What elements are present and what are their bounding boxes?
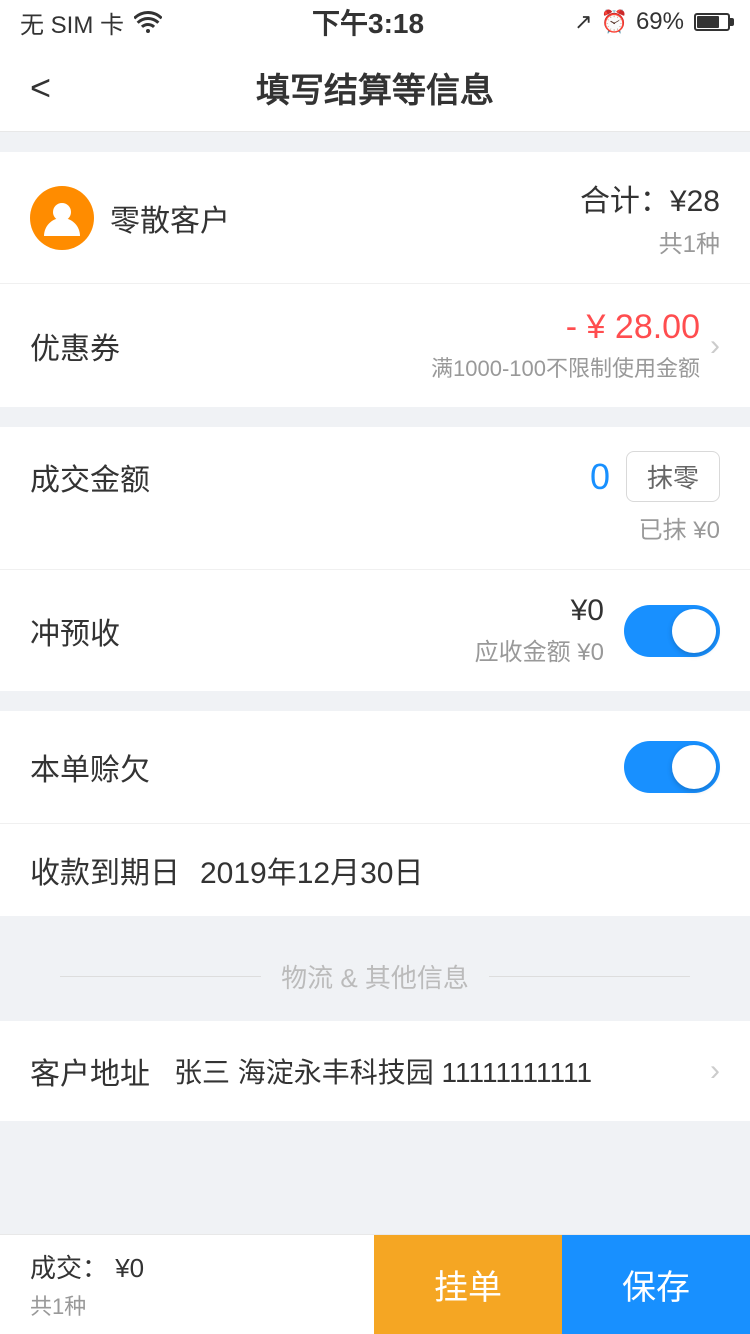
debt-toggle[interactable] — [624, 741, 720, 793]
customer-summary: 合计：¥28 共1种 — [580, 176, 720, 259]
status-left: 无 SIM 卡 — [20, 5, 162, 40]
transaction-input[interactable] — [530, 456, 610, 498]
prereceive-info: ¥0 应收金额 ¥0 — [475, 594, 604, 667]
prereceive-row: 冲预收 ¥0 应收金额 ¥0 — [0, 569, 750, 691]
bottom-spacer — [0, 1121, 750, 1241]
location-icon: ↗ — [574, 9, 592, 35]
prereceive-toggle[interactable] — [624, 605, 720, 657]
total-amount: 合计：¥28 — [580, 176, 720, 220]
back-button[interactable]: < — [30, 67, 51, 109]
prereceive-label: 冲预收 — [30, 609, 120, 653]
address-row[interactable]: 客户地址 张三 海淀永丰科技园 11111111111 › — [0, 1021, 750, 1121]
battery-icon — [694, 13, 730, 31]
transaction-label: 成交金额 — [30, 455, 150, 499]
due-date-row: 收款到期日 2019年12月30日 — [0, 823, 750, 916]
round-button[interactable]: 抹零 — [626, 451, 720, 502]
logistics-label: 物流 & 其他信息 — [281, 958, 469, 995]
section-divider-1 — [0, 132, 750, 152]
total-count: 共1种 — [580, 224, 720, 259]
bottom-deal-label: 成交： ¥0 — [30, 1248, 344, 1285]
customer-left: 零散客户 — [30, 186, 230, 250]
transaction-amount-row: 成交金额 抹零 — [30, 451, 720, 502]
address-label: 客户地址 — [30, 1049, 150, 1093]
address-value: 张三 海淀永丰科技园 11111111111 — [174, 1051, 700, 1091]
customer-avatar — [30, 186, 94, 250]
already-rounded-row: 已抹 ¥0 — [30, 510, 720, 545]
due-date-label: 收款到期日 — [30, 848, 180, 892]
carrier-label: 无 SIM 卡 — [20, 5, 124, 40]
debt-toggle-knob — [672, 745, 716, 789]
user-icon — [42, 198, 82, 238]
debt-section: 本单赊欠 — [0, 711, 750, 823]
prereceive-amount: ¥0 — [475, 594, 604, 628]
customer-row: 零散客户 合计：¥28 共1种 — [0, 152, 750, 283]
coupon-amount: - ¥ 28.00 — [431, 308, 700, 347]
section-divider-3 — [0, 691, 750, 711]
status-right: ↗ ⏰ 69% — [574, 8, 730, 36]
coupon-label: 优惠券 — [30, 324, 120, 368]
bottom-deal-count: 共1种 — [30, 1289, 344, 1321]
status-time: 下午3:18 — [312, 2, 424, 42]
bottom-summary: 成交： ¥0 共1种 — [0, 1235, 374, 1334]
status-bar: 无 SIM 卡 下午3:18 ↗ ⏰ 69% — [0, 0, 750, 44]
logistics-line-left — [60, 976, 261, 977]
logistics-line-right — [489, 976, 690, 977]
toggle-knob — [672, 609, 716, 653]
coupon-desc: 满1000-100不限制使用金额 — [431, 351, 700, 383]
prereceive-right: ¥0 应收金额 ¥0 — [475, 594, 720, 667]
battery-percent: 69% — [636, 8, 684, 36]
section-divider-2 — [0, 407, 750, 427]
coupon-row[interactable]: 优惠券 - ¥ 28.00 满1000-100不限制使用金额 › — [0, 283, 750, 407]
due-date-value: 2019年12月30日 — [200, 848, 423, 892]
prereceive-receivable: 应收金额 ¥0 — [475, 632, 604, 667]
nav-bar: < 填写结算等信息 — [0, 44, 750, 132]
hold-button-label: 挂单 — [434, 1260, 502, 1309]
alarm-icon: ⏰ — [601, 9, 628, 35]
address-chevron-icon: › — [710, 1054, 720, 1088]
page-title: 填写结算等信息 — [256, 63, 494, 112]
hold-button[interactable]: 挂单 — [374, 1235, 562, 1334]
save-button[interactable]: 保存 — [562, 1235, 750, 1334]
coupon-chevron-icon: › — [710, 329, 720, 363]
debt-label: 本单赊欠 — [30, 745, 150, 789]
logistics-line: 物流 & 其他信息 — [30, 958, 720, 995]
transaction-right: 抹零 — [530, 451, 720, 502]
save-button-label: 保存 — [622, 1260, 690, 1309]
bottom-bar: 成交： ¥0 共1种 挂单 保存 — [0, 1234, 750, 1334]
customer-name: 零散客户 — [110, 196, 230, 240]
section-divider-4 — [0, 916, 750, 936]
coupon-info: - ¥ 28.00 满1000-100不限制使用金额 — [431, 308, 700, 383]
coupon-right: - ¥ 28.00 满1000-100不限制使用金额 › — [431, 308, 720, 383]
logistics-section: 物流 & 其他信息 — [0, 936, 750, 1017]
already-rounded-label: 已抹 ¥0 — [639, 517, 720, 544]
wifi-icon — [134, 11, 162, 33]
transaction-section: 成交金额 抹零 已抹 ¥0 — [0, 427, 750, 569]
